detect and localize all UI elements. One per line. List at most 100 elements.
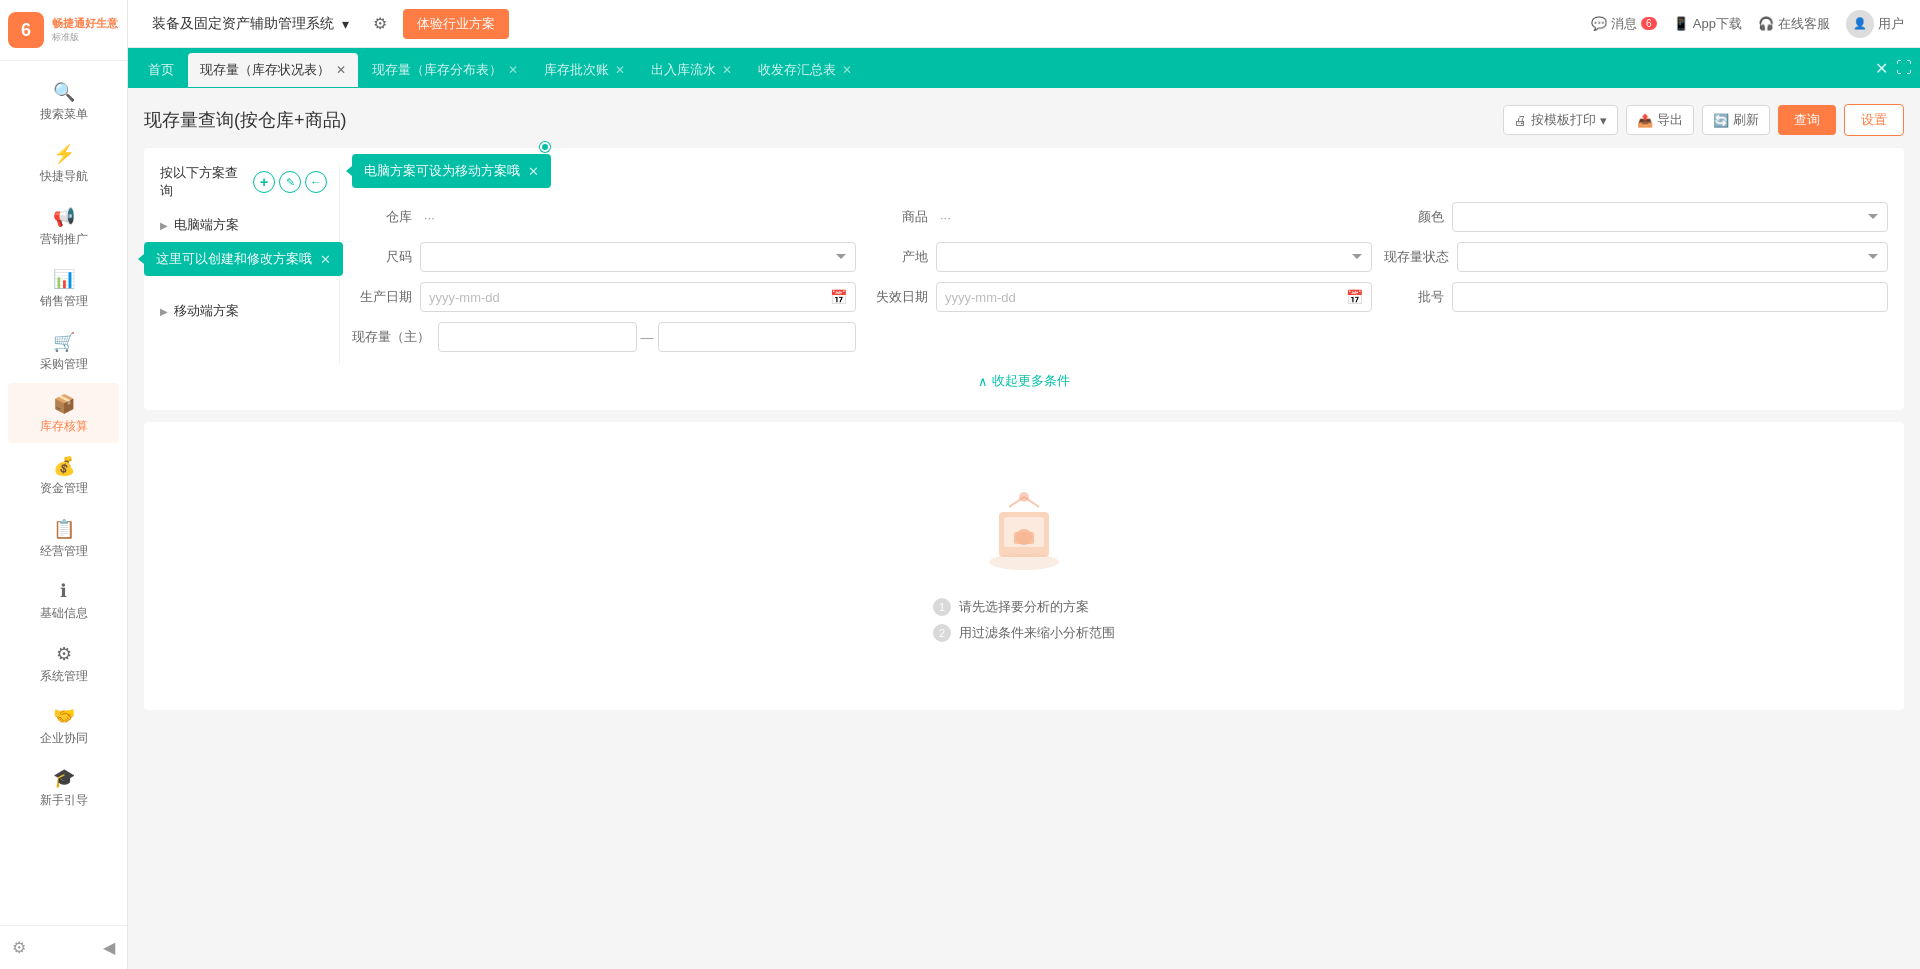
- expire-date-input[interactable]: yyyy-mm-dd 📅: [936, 282, 1372, 312]
- sidebar-item-quicknav[interactable]: ⚡ 快捷导航: [8, 133, 119, 193]
- batch-label: 批号: [1384, 288, 1444, 306]
- tooltip-close-btn[interactable]: ✕: [528, 164, 539, 179]
- search-button[interactable]: 查询: [1778, 105, 1836, 135]
- add-scheme-button[interactable]: +: [253, 171, 275, 193]
- dot-indicator: [540, 142, 550, 152]
- sidebar-item-marketing[interactable]: 📢 营销推广: [8, 196, 119, 256]
- dropdown-icon: ▾: [342, 16, 349, 32]
- empty-step-2: 2 用过滤条件来缩小分析范围: [933, 624, 1115, 642]
- origin-select[interactable]: [936, 242, 1372, 272]
- sidebar-item-management[interactable]: 📋 经营管理: [8, 508, 119, 568]
- tab-home[interactable]: 首页: [136, 53, 186, 87]
- management-icon: 📋: [53, 518, 75, 540]
- stock-min-input[interactable]: [438, 322, 637, 352]
- reset-button[interactable]: 设置: [1844, 104, 1904, 136]
- size-label: 尺码: [352, 248, 412, 266]
- tab-close-icon[interactable]: ✕: [722, 63, 732, 77]
- tab-close-icon[interactable]: ✕: [842, 63, 852, 77]
- sidebar-item-system[interactable]: ⚙ 系统管理: [8, 633, 119, 693]
- filter-row-4: 现存量（主） —: [352, 322, 1888, 352]
- filter-goods: 商品 ···: [868, 206, 1372, 229]
- stock-status-label: 现存量状态: [1384, 248, 1449, 266]
- tab-close-icon[interactable]: ✕: [508, 63, 518, 77]
- mobile-scheme-item[interactable]: ▶ 移动端方案: [160, 298, 327, 324]
- inventory-icon: 📦: [53, 393, 75, 415]
- sidebar-item-label: 基础信息: [40, 606, 88, 620]
- desktop-scheme-item[interactable]: ▶ 电脑端方案: [160, 212, 327, 238]
- export-button[interactable]: 📤 导出: [1626, 105, 1694, 135]
- filter-section: 按以下方案查询 + ✎ ← ▶ 电脑端方案: [144, 148, 1904, 410]
- tab-bar: 首页 现存量（库存状况表） ✕ 现存量（库存分布表） ✕ 库存批次账 ✕ 出入库…: [128, 48, 1920, 88]
- filter-origin: 产地: [868, 242, 1372, 272]
- filter-size: 尺码: [352, 242, 856, 272]
- tab-inventory-status[interactable]: 现存量（库存状况表） ✕: [188, 53, 358, 87]
- filter-stock-status: 现存量状态: [1384, 242, 1888, 272]
- desktop-scheme-label: 电脑端方案: [174, 216, 239, 234]
- warehouse-dots[interactable]: ···: [420, 206, 439, 229]
- filter-row-1: 仓库 ··· 商品 ··· 颜色: [352, 202, 1888, 232]
- goods-dots[interactable]: ···: [936, 206, 955, 229]
- filter-header-actions: + ✎ ←: [253, 171, 327, 193]
- goods-label: 商品: [868, 208, 928, 226]
- tab-close-icon[interactable]: ✕: [336, 63, 346, 77]
- tab-inout[interactable]: 出入库流水 ✕: [639, 53, 744, 87]
- svg-point-5: [1019, 492, 1029, 502]
- tooltip-create-scheme: 这里可以创建和修改方案哦 ✕: [144, 242, 343, 276]
- page-title: 现存量查询(按仓库+商品): [144, 108, 347, 132]
- sidebar-item-guide[interactable]: 🎓 新手引导: [8, 757, 119, 817]
- collapse-button[interactable]: ∧ 收起更多条件: [160, 364, 1888, 394]
- tab-batch[interactable]: 库存批次账 ✕: [532, 53, 637, 87]
- refresh-button[interactable]: 🔄 刷新: [1702, 105, 1770, 135]
- tab-close-icon[interactable]: ✕: [615, 63, 625, 77]
- logo-text: 畅捷通好生意: [52, 16, 118, 30]
- sales-icon: 📊: [53, 268, 75, 290]
- settings-icon[interactable]: ⚙: [369, 10, 391, 37]
- back-scheme-button[interactable]: ←: [305, 171, 327, 193]
- collapse-sidebar-icon[interactable]: ◀: [103, 938, 115, 957]
- tab-close-all-icon[interactable]: ✕: [1875, 59, 1888, 78]
- origin-label: 产地: [868, 248, 928, 266]
- mobile-scheme-label: 移动端方案: [174, 302, 239, 320]
- batch-input[interactable]: [1452, 282, 1888, 312]
- sidebar-item-search[interactable]: 🔍 搜索菜单: [8, 71, 119, 131]
- stock-status-select[interactable]: [1457, 242, 1888, 272]
- experience-button[interactable]: 体验行业方案: [403, 9, 509, 39]
- sidebar-item-label: 销售管理: [40, 294, 88, 308]
- color-select[interactable]: [1452, 202, 1888, 232]
- message-item[interactable]: 💬 消息 6: [1591, 15, 1657, 33]
- stock-max-input[interactable]: [658, 322, 857, 352]
- sidebar-item-sales[interactable]: 📊 销售管理: [8, 258, 119, 318]
- sidebar-item-basic[interactable]: ℹ 基础信息: [8, 570, 119, 630]
- system-selector[interactable]: 装备及固定资产辅助管理系统 ▾: [144, 11, 357, 37]
- size-select[interactable]: [420, 242, 856, 272]
- empty-state: 1 请先选择要分析的方案 2 用过滤条件来缩小分析范围: [144, 422, 1904, 710]
- app-download-item[interactable]: 📱 App下载: [1673, 15, 1742, 33]
- tooltip-close-icon[interactable]: ✕: [320, 252, 331, 267]
- tab-label: 现存量（库存状况表）: [200, 61, 330, 79]
- prod-date-input[interactable]: yyyy-mm-dd 📅: [420, 282, 856, 312]
- sidebar-item-label: 营销推广: [40, 232, 88, 246]
- sidebar-item-purchase[interactable]: 🛒 采购管理: [8, 321, 119, 381]
- tab-summary[interactable]: 收发存汇总表 ✕: [746, 53, 864, 87]
- step-num-1: 1: [933, 598, 951, 616]
- online-support-item[interactable]: 🎧 在线客服: [1758, 15, 1830, 33]
- empty-step-1: 1 请先选择要分析的方案: [933, 598, 1115, 616]
- sidebar-item-inventory[interactable]: 📦 库存核算: [8, 383, 119, 443]
- tab-bar-actions: ✕ ⛶: [1875, 59, 1912, 78]
- sidebar-item-finance[interactable]: 💰 资金管理: [8, 445, 119, 505]
- user-item[interactable]: 👤 用户: [1846, 10, 1904, 38]
- tab-label: 收发存汇总表: [758, 61, 836, 79]
- tab-label: 库存批次账: [544, 61, 609, 79]
- tab-home-label: 首页: [148, 61, 174, 79]
- tab-fullscreen-icon[interactable]: ⛶: [1896, 59, 1912, 77]
- settings-bottom-icon[interactable]: ⚙: [12, 938, 26, 957]
- print-button[interactable]: 🖨 按模板打印 ▾: [1503, 105, 1618, 135]
- tab-inventory-dist[interactable]: 现存量（库存分布表） ✕: [360, 53, 530, 87]
- sidebar-item-label: 系统管理: [40, 669, 88, 683]
- sidebar-item-label: 企业协同: [40, 731, 88, 745]
- message-badge: 6: [1641, 17, 1657, 30]
- edit-scheme-button[interactable]: ✎: [279, 171, 301, 193]
- dropdown-icon: ▾: [1600, 113, 1607, 128]
- collapse-icon: ∧: [978, 374, 988, 389]
- sidebar-item-cooperation[interactable]: 🤝 企业协同: [8, 695, 119, 755]
